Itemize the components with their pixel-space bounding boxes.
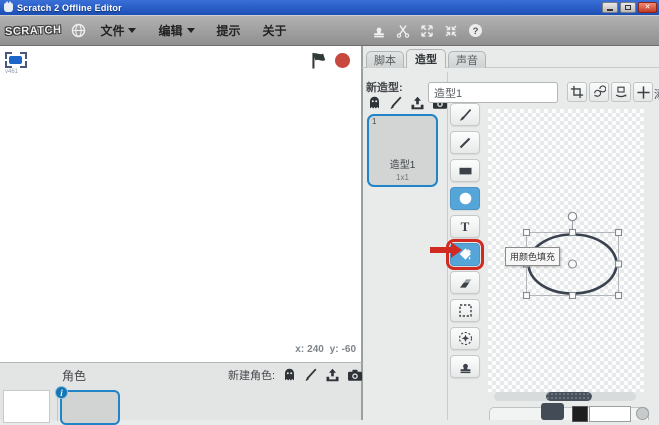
tab-costumes[interactable]: 造型 bbox=[406, 49, 446, 68]
scratch-app-icon bbox=[4, 3, 13, 12]
maximize-button[interactable] bbox=[620, 2, 636, 13]
costume-size: 1x1 bbox=[369, 173, 436, 182]
green-flag-button[interactable] bbox=[311, 52, 329, 69]
stage-thumbnail[interactable] bbox=[3, 390, 50, 423]
shrink-sprite-icon[interactable] bbox=[444, 24, 458, 38]
menu-file[interactable]: 文件 bbox=[100, 22, 136, 39]
costume-item[interactable]: 1 造型1 1x1 bbox=[367, 114, 438, 187]
new-costume-library-icon[interactable] bbox=[367, 96, 382, 110]
new-costume-label: 新造型: bbox=[366, 79, 403, 95]
menu-about[interactable]: 关于 bbox=[263, 22, 287, 39]
menu-edit[interactable]: 编辑 bbox=[158, 22, 194, 39]
flip-button[interactable] bbox=[611, 82, 631, 102]
dropdown-arrow-icon bbox=[187, 28, 195, 33]
tab-sounds[interactable]: 声音 bbox=[448, 51, 486, 68]
costume-index: 1 bbox=[372, 117, 376, 126]
tool-tooltip: 用颜色填充 bbox=[505, 247, 560, 266]
titlebar: Scratch 2 Offline Editor ✕ bbox=[0, 0, 659, 15]
window-title: Scratch 2 Offline Editor bbox=[17, 3, 122, 13]
magic-wand-tool[interactable] bbox=[450, 327, 480, 350]
close-button[interactable]: ✕ bbox=[638, 2, 657, 13]
brush-tool[interactable] bbox=[450, 103, 480, 126]
rectangle-tool[interactable] bbox=[450, 159, 480, 182]
select-tool[interactable] bbox=[450, 299, 480, 322]
costume-name: 造型1 bbox=[369, 156, 436, 171]
delete-icon[interactable] bbox=[396, 24, 410, 38]
costume-name-input[interactable] bbox=[428, 82, 558, 103]
annotation-arrow bbox=[430, 242, 462, 258]
sprite-panel: 角色 新建角色: i bbox=[0, 362, 362, 420]
ellipse-tool[interactable] bbox=[450, 187, 480, 210]
language-globe-icon[interactable] bbox=[71, 23, 86, 38]
tab-scripts[interactable]: 脚本 bbox=[366, 51, 404, 68]
set-center-button[interactable] bbox=[633, 82, 653, 102]
line-tool[interactable] bbox=[450, 131, 480, 154]
new-sprite-label: 新建角色: bbox=[228, 367, 275, 383]
scratch-logo[interactable]: SCRATCH bbox=[5, 24, 62, 38]
mouse-coordinates: x:240 y:-60 bbox=[0, 344, 356, 360]
help-icon[interactable]: ? bbox=[468, 23, 483, 38]
fullscreen-button[interactable] bbox=[5, 52, 27, 68]
sprite-panel-header: 角色 新建角色: bbox=[0, 363, 361, 387]
rotation-handle bbox=[568, 212, 576, 220]
crop-button[interactable] bbox=[567, 82, 587, 102]
version-label: v461 bbox=[5, 69, 18, 75]
current-color-swatch[interactable] bbox=[541, 403, 564, 420]
stamp-tool[interactable] bbox=[450, 355, 480, 378]
rotate-button[interactable] bbox=[589, 82, 609, 102]
brush-size-preview bbox=[636, 407, 649, 420]
sprite-info-icon[interactable]: i bbox=[55, 386, 68, 399]
new-sprite-library-icon[interactable] bbox=[282, 368, 297, 382]
new-sprite-camera-icon[interactable] bbox=[347, 368, 363, 382]
cursor-toolbar: ? bbox=[372, 15, 483, 46]
stop-button[interactable] bbox=[335, 53, 350, 68]
minimize-button[interactable] bbox=[602, 2, 618, 13]
new-costume-upload-icon[interactable] bbox=[410, 96, 425, 110]
eraser-tool[interactable] bbox=[450, 271, 480, 294]
new-sprite-paint-icon[interactable] bbox=[304, 367, 318, 382]
center-handle bbox=[569, 260, 577, 268]
grow-sprite-icon[interactable] bbox=[420, 24, 434, 38]
menu-tips[interactable]: 提示 bbox=[217, 22, 241, 39]
dropdown-arrow-icon bbox=[128, 28, 136, 33]
horizontal-scrollbar[interactable] bbox=[494, 392, 636, 401]
menubar: SCRATCH 文件 编辑 提示 关于 bbox=[0, 15, 659, 46]
paint-tools: T bbox=[450, 103, 482, 378]
new-sprite-upload-icon[interactable] bbox=[325, 368, 340, 382]
new-costume-paint-icon[interactable] bbox=[389, 95, 403, 110]
fullscreen-icon bbox=[9, 56, 22, 64]
duplicate-stamp-icon[interactable] bbox=[372, 23, 386, 38]
sprite-panel-title: 角色 bbox=[62, 367, 86, 384]
svg-text:?: ? bbox=[473, 26, 479, 37]
text-tool[interactable]: T bbox=[450, 215, 480, 238]
scrollbar-thumb[interactable] bbox=[546, 392, 592, 401]
stage-area[interactable] bbox=[0, 46, 362, 362]
truncated-button-label[interactable]: 添 bbox=[654, 86, 659, 102]
